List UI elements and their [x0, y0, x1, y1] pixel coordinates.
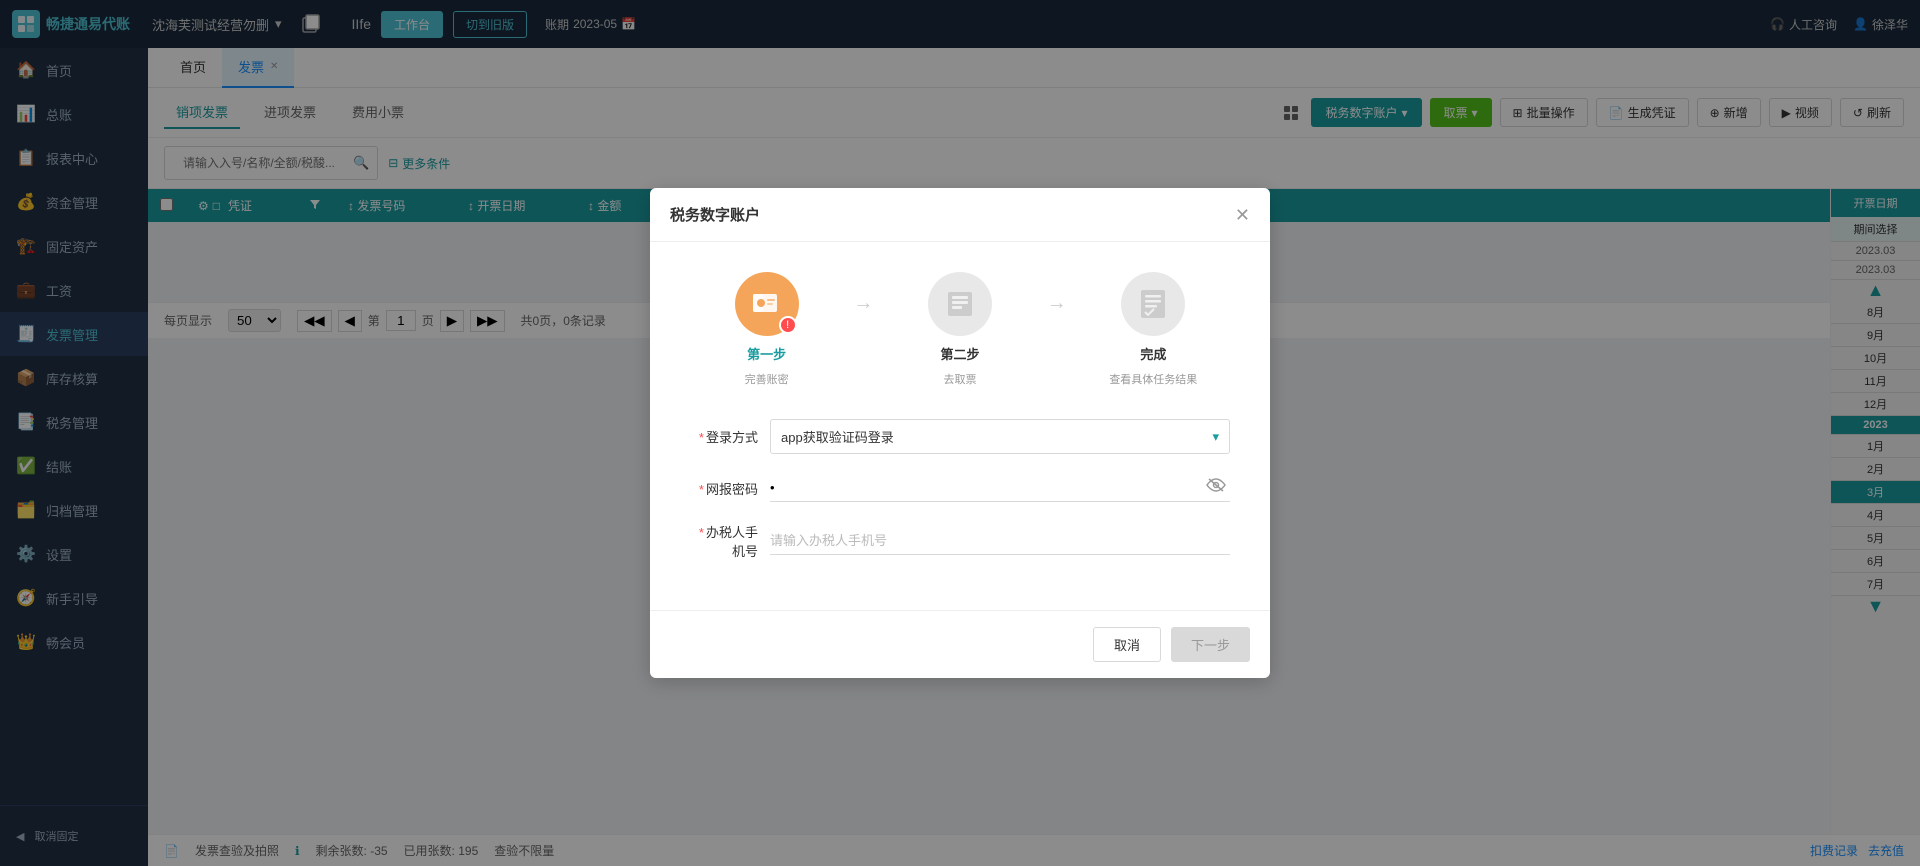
step-3-title: 完成 [1140, 344, 1166, 363]
step-2-icon [942, 286, 978, 322]
login-method-label: 登录方式 [690, 427, 770, 446]
password-wrap [770, 474, 1230, 502]
tax-digital-account-dialog: 税务数字账户 ✕ ! [650, 188, 1270, 678]
step-arrow-1: → [843, 272, 883, 315]
dialog-title: 税务数字账户 [670, 204, 760, 225]
password-input[interactable] [770, 474, 1202, 501]
step-1-error-badge: ! [779, 316, 797, 334]
step-arrow-2: → [1037, 272, 1077, 315]
form-login-method: 登录方式 app获取验证码登录 ▾ [690, 419, 1230, 454]
step-1-subtitle: 完善账密 [745, 371, 789, 387]
eye-icon[interactable] [1202, 474, 1230, 501]
form-phone: 办税人手机号 [690, 522, 1230, 560]
dialog-header: 税务数字账户 ✕ [650, 188, 1270, 242]
step-2-title: 第二步 [940, 344, 979, 363]
step-1-icon [749, 286, 785, 322]
phone-label: 办税人手机号 [690, 522, 770, 560]
dialog-overlay: 税务数字账户 ✕ ! [0, 0, 1920, 866]
steps-container: ! 第一步 完善账密 → [690, 272, 1230, 387]
next-button[interactable]: 下一步 [1171, 627, 1250, 662]
form-password: 网报密码 [690, 474, 1230, 502]
cancel-button[interactable]: 取消 [1093, 627, 1161, 662]
dialog-footer: 取消 下一步 [650, 610, 1270, 678]
step-1: ! 第一步 完善账密 [690, 272, 843, 387]
step-3-icon-wrap [1121, 272, 1185, 336]
dialog-close-button[interactable]: ✕ [1235, 206, 1250, 224]
password-label: 网报密码 [690, 479, 770, 498]
dialog-body: ! 第一步 完善账密 → [650, 242, 1270, 610]
login-method-value: app获取验证码登录 [781, 427, 894, 446]
phone-input[interactable] [770, 527, 1230, 555]
phone-control [770, 527, 1230, 555]
step-1-icon-wrap: ! [735, 272, 799, 336]
step-1-title: 第一步 [747, 344, 786, 363]
step-3: 完成 查看具体任务结果 [1077, 272, 1230, 387]
step-2: 第二步 去取票 [883, 272, 1036, 387]
login-method-select[interactable]: app获取验证码登录 ▾ [770, 419, 1230, 454]
step-2-icon-wrap [928, 272, 992, 336]
step-3-subtitle: 查看具体任务结果 [1109, 371, 1197, 387]
select-arrow-icon: ▾ [1212, 429, 1219, 445]
password-control [770, 474, 1230, 502]
step-3-icon [1135, 286, 1171, 322]
step-2-subtitle: 去取票 [943, 371, 976, 387]
login-method-control: app获取验证码登录 ▾ [770, 419, 1230, 454]
